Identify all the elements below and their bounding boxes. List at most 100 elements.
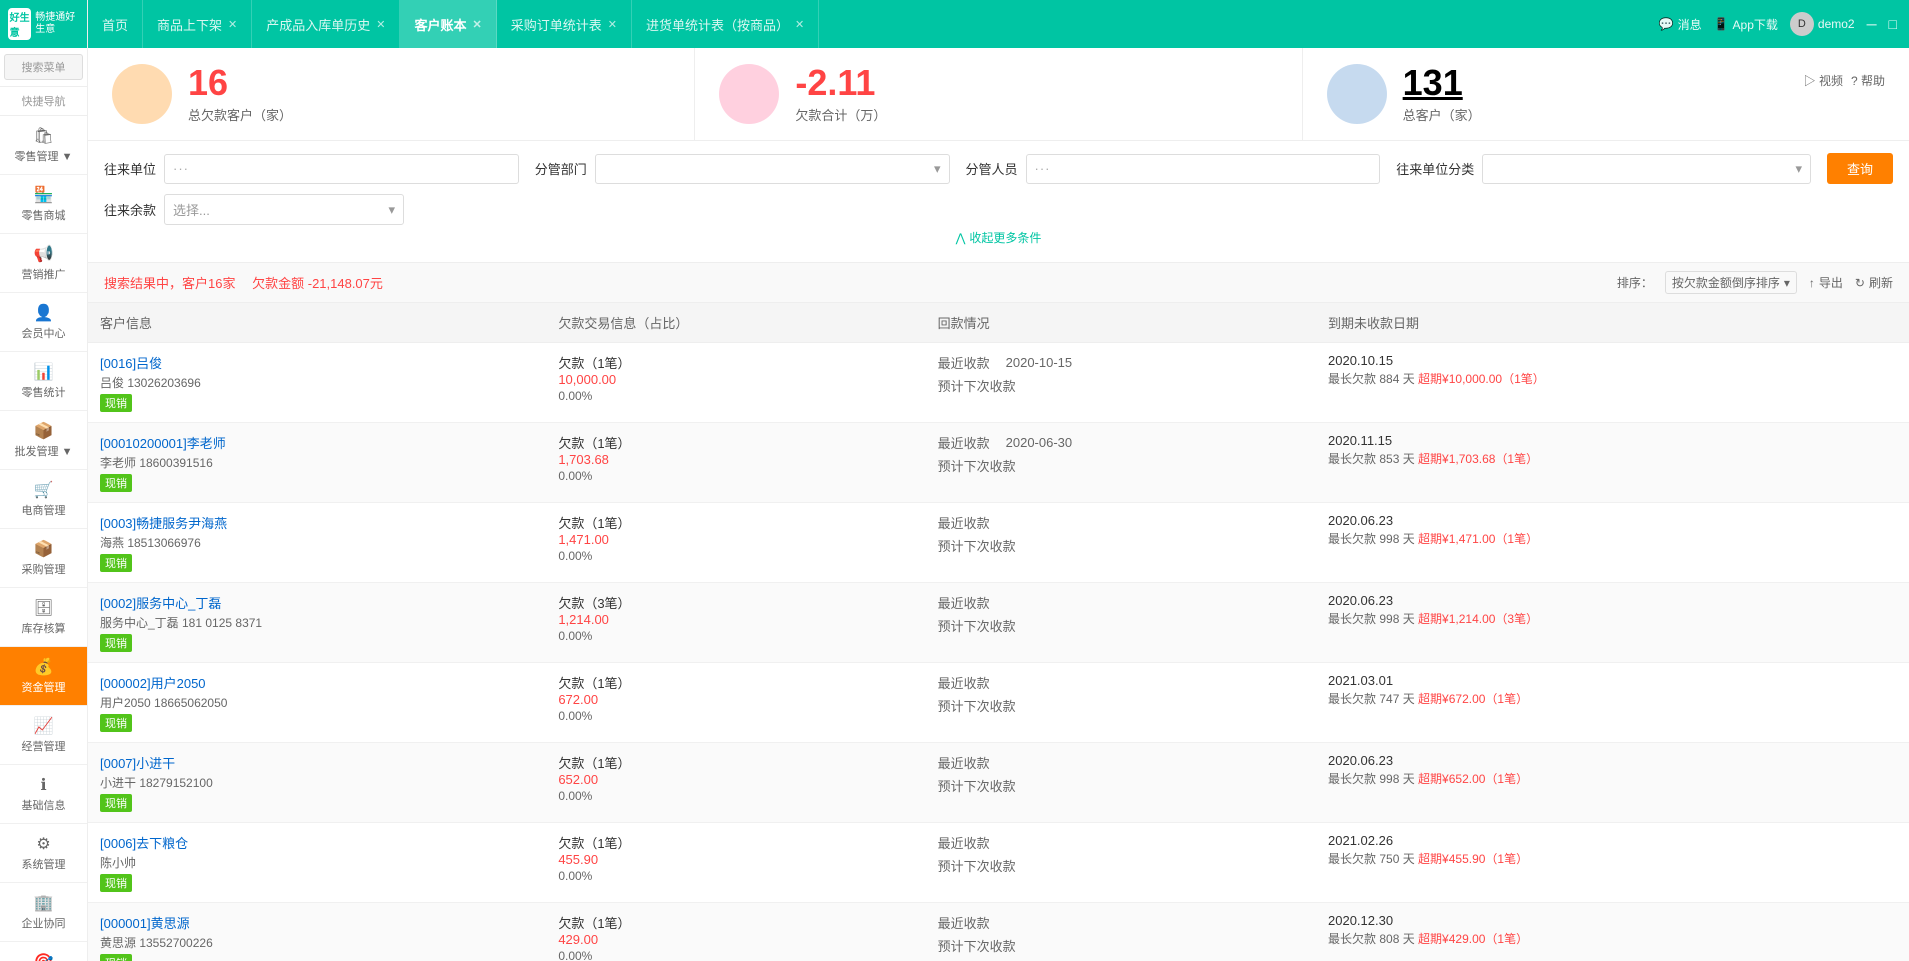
overdue-text-3[interactable]: 超期¥1,214.00（3笔）: [1418, 612, 1538, 626]
overdue-text-2[interactable]: 超期¥1,471.00（1笔）: [1418, 532, 1538, 546]
debt-amount-7: 429.00: [558, 932, 913, 947]
customer-tag-5: 现销: [100, 794, 132, 812]
sidebar-item-zero-stats[interactable]: 📊 零售统计: [0, 352, 87, 411]
close-incoming-stats[interactable]: ✕: [795, 18, 804, 31]
window-minimize[interactable]: ─: [1867, 16, 1877, 32]
overdue-text-7[interactable]: 超期¥429.00（1笔）: [1418, 932, 1528, 946]
cell-due-1: 2020.11.15 最长欠款 853 天 超期¥1,703.68（1笔）: [1316, 423, 1909, 503]
due-date-7: 2020.12.30: [1328, 913, 1897, 928]
unit-category-select[interactable]: ▾: [1482, 154, 1811, 184]
overdue-text-4[interactable]: 超期¥672.00（1笔）: [1418, 692, 1528, 706]
close-customer-account[interactable]: ✕: [473, 18, 482, 31]
balance-chevron: ▾: [388, 202, 395, 218]
overdue-days-1: 最长欠款 853 天 超期¥1,703.68（1笔）: [1328, 450, 1897, 467]
collapse-filter-button[interactable]: ⋀ 收起更多条件: [104, 225, 1893, 250]
customer-tag-7: 现销: [100, 954, 132, 961]
cell-debt-4: 欠款（1笔） 672.00 0.00%: [546, 663, 925, 743]
close-purchase-order[interactable]: ✕: [608, 18, 617, 31]
tab-home[interactable]: 首页: [88, 0, 143, 48]
stat-info-customers: 16 总欠款客户（家）: [188, 65, 670, 124]
sort-label: 排序：: [1617, 274, 1653, 291]
search-menu-button[interactable]: 搜索菜单: [4, 54, 83, 80]
debt-label-5: 欠款（1笔）: [558, 753, 913, 772]
sidebar-item-purchase[interactable]: 📦 采购管理: [0, 529, 87, 588]
table-row: [000001]黄思源 黄思源 13552700226 现销 欠款（1笔） 42…: [88, 903, 1909, 961]
zero-store-icon: 🏪: [4, 185, 83, 205]
balance-type-select[interactable]: 选择... ▾: [164, 194, 404, 225]
home-tab-label: 首页: [102, 15, 128, 34]
overdue-text-0[interactable]: 超期¥10,000.00（1笔）: [1418, 372, 1545, 386]
last-payment-label-3: 最近收款: [938, 593, 990, 612]
cell-debt-2: 欠款（1笔） 1,471.00 0.00%: [546, 503, 925, 583]
col-due-date: 到期未收款日期: [1316, 303, 1909, 343]
cell-debt-6: 欠款（1笔） 455.90 0.00%: [546, 823, 925, 903]
purchase-icon: 📦: [4, 539, 83, 559]
tab-incoming-stats[interactable]: 进货单统计表（按商品） ✕: [632, 0, 819, 48]
sidebar-item-inventory[interactable]: 🗄 库存核算: [0, 588, 87, 647]
sidebar-batch-label: 批发管理 ▼: [4, 443, 83, 459]
sidebar-item-newbie[interactable]: 🎯 新手引导: [0, 942, 87, 961]
debt-label-2: 欠款（1笔）: [558, 513, 913, 532]
cell-customer-3: [0002]服务中心_丁磊 服务中心_丁磊 181 0125 8371 现销: [88, 583, 546, 663]
sidebar-item-member[interactable]: 👤 会员中心: [0, 293, 87, 352]
overdue-text-5[interactable]: 超期¥652.00（1笔）: [1418, 772, 1528, 786]
manager-input[interactable]: ···: [1026, 154, 1381, 184]
customer-name-6[interactable]: [0006]去下粮仓: [100, 833, 534, 852]
cell-debt-1: 欠款（1笔） 1,703.68 0.00%: [546, 423, 925, 503]
message-button[interactable]: 💬 消息: [1659, 16, 1702, 33]
customer-account-label: 客户账本: [414, 15, 466, 34]
sidebar-item-finance[interactable]: 💰 资金管理: [0, 647, 87, 706]
close-product-instock[interactable]: ✕: [376, 18, 385, 31]
sidebar-item-ecom[interactable]: 🛒 电商管理: [0, 470, 87, 529]
tab-customer-account[interactable]: 客户账本 ✕: [400, 0, 496, 48]
sidebar-item-system[interactable]: ⚙ 系统管理: [0, 824, 87, 883]
tab-product-instock[interactable]: 产成品入库单历史 ✕: [252, 0, 400, 48]
user-avatar[interactable]: D demo2: [1790, 12, 1855, 36]
sidebar-item-enterprise[interactable]: 🏢 企业协同: [0, 883, 87, 942]
tab-purchase-order[interactable]: 采购订单统计表 ✕: [497, 0, 632, 48]
sidebar-item-marketing[interactable]: 📢 营销推广: [0, 234, 87, 293]
customer-name-7[interactable]: [000001]黄思源: [100, 913, 534, 932]
window-maximize[interactable]: □: [1889, 16, 1897, 32]
search-button[interactable]: 查询: [1827, 153, 1893, 184]
sidebar-item-basic[interactable]: ℹ 基础信息: [0, 765, 87, 824]
filter-manager: 分管人员 ···: [966, 154, 1381, 184]
sidebar-basic-label: 基础信息: [4, 797, 83, 813]
table-row: [0003]畅捷服务尹海燕 海燕 18513066976 现销 欠款（1笔） 1…: [88, 503, 1909, 583]
stat-card-amount: -2.11 欠款合计（万）: [695, 48, 1302, 140]
help-btn[interactable]: ? 帮助: [1851, 72, 1885, 89]
customer-tag-6: 现销: [100, 874, 132, 892]
customer-name-0[interactable]: [0016]吕俊: [100, 353, 534, 372]
export-button[interactable]: ↑ 导出: [1809, 274, 1843, 291]
tab-goods-offshelf[interactable]: 商品上下架 ✕: [143, 0, 252, 48]
sidebar-search-area[interactable]: 搜索菜单: [0, 48, 87, 87]
sidebar-item-batch[interactable]: 📦 批发管理 ▼: [0, 411, 87, 470]
customer-name-5[interactable]: [0007]小进干: [100, 753, 534, 772]
customer-name-4[interactable]: [000002]用户2050: [100, 673, 534, 692]
app-download-button[interactable]: 📱 App下载: [1714, 16, 1778, 33]
sidebar-item-zero-sales[interactable]: 🛍 零售管理 ▼: [0, 116, 87, 175]
cell-customer-1: [00010200001]李老师 李老师 18600391516 现销: [88, 423, 546, 503]
close-goods-offshelf[interactable]: ✕: [228, 18, 237, 31]
customer-name-2[interactable]: [0003]畅捷服务尹海燕: [100, 513, 534, 532]
customer-name-1[interactable]: [00010200001]李老师: [100, 433, 534, 452]
due-date-4: 2021.03.01: [1328, 673, 1897, 688]
sidebar-item-operation[interactable]: 📈 经营管理: [0, 706, 87, 765]
sidebar-item-zero-store[interactable]: 🏪 零售商城: [0, 175, 87, 234]
video-btn[interactable]: ▷ 视频: [1804, 72, 1843, 89]
customer-phone-0: 吕俊 13026203696: [100, 374, 534, 391]
overdue-text-1[interactable]: 超期¥1,703.68（1笔）: [1418, 452, 1538, 466]
overdue-days-0: 最长欠款 884 天 超期¥10,000.00（1笔）: [1328, 370, 1897, 387]
dept-select[interactable]: ▾: [595, 154, 950, 184]
stat-card-total: 131 总客户（家） ▷ 视频 ? 帮助: [1303, 48, 1909, 140]
overdue-text-6[interactable]: 超期¥455.90（1笔）: [1418, 852, 1528, 866]
marketing-icon: 📢: [4, 244, 83, 264]
next-payment-0: 预计下次收款: [938, 376, 1304, 395]
operation-icon: 📈: [4, 716, 83, 736]
stat-card3-actions: ▷ 视频 ? 帮助: [1804, 64, 1885, 89]
customer-name-3[interactable]: [0002]服务中心_丁磊: [100, 593, 534, 612]
sort-select[interactable]: 按欠款金额倒序排序 ▾: [1665, 271, 1797, 294]
refresh-button[interactable]: ↻ 刷新: [1855, 274, 1893, 291]
sidebar-zero-sales-label: 零售管理 ▼: [4, 148, 83, 164]
from-unit-input[interactable]: ···: [164, 154, 519, 184]
